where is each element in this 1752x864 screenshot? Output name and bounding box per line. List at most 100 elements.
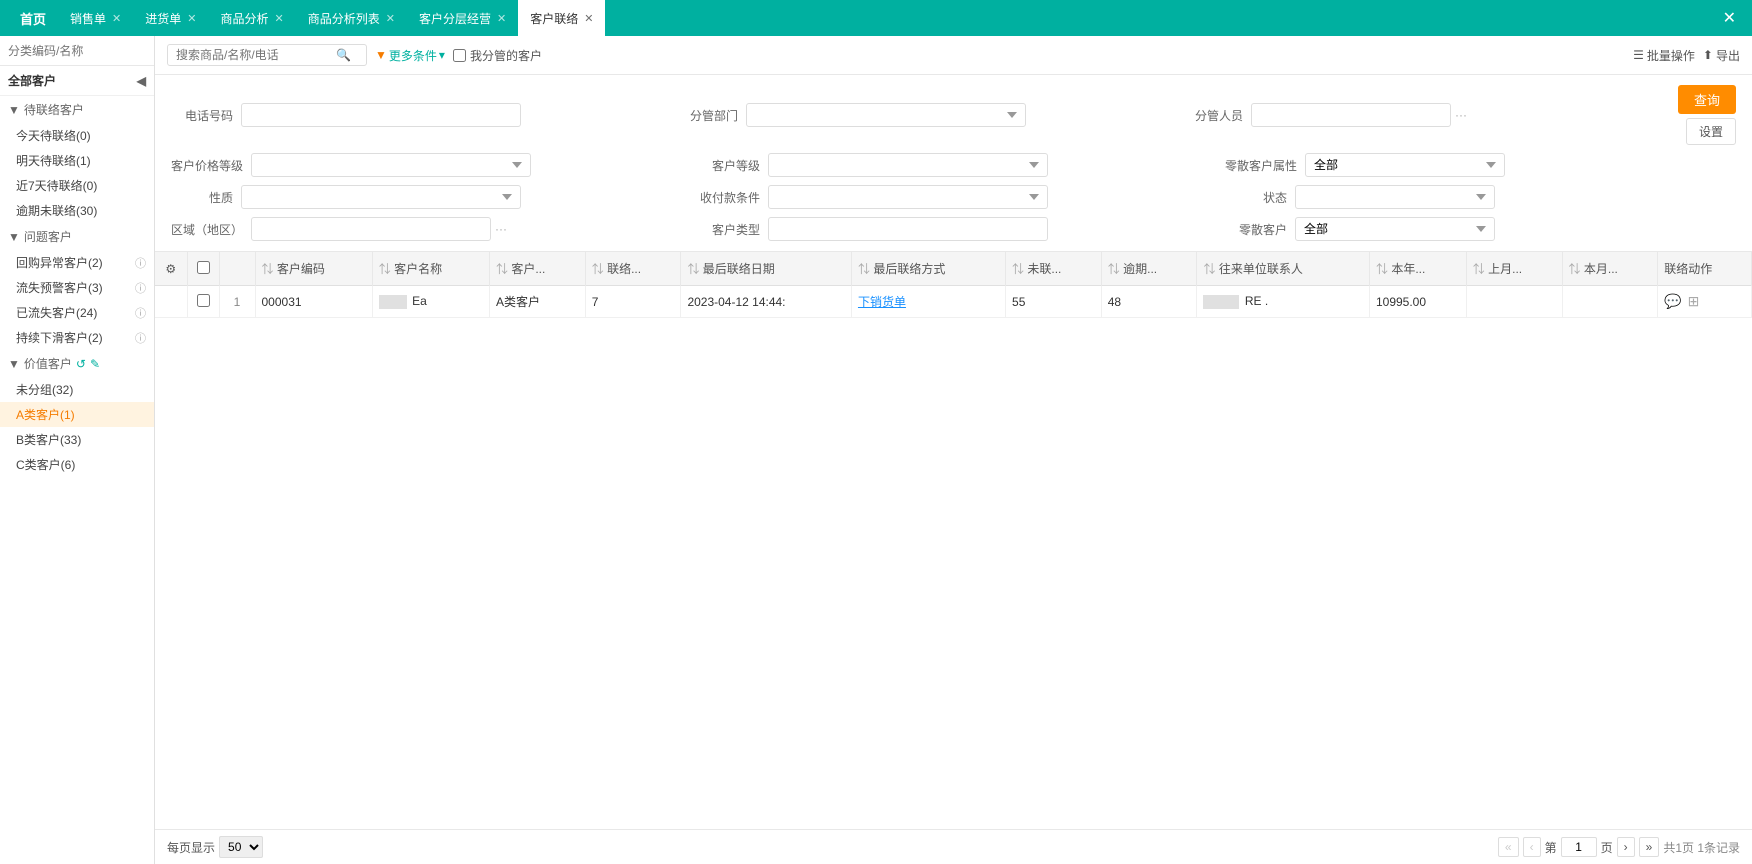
sidebar-item-7days[interactable]: 近7天待联络(0) <box>0 173 154 198</box>
refresh-icon[interactable]: ↺ <box>76 357 86 371</box>
row-last-method[interactable]: 下销货单 <box>851 286 1005 318</box>
collapse-icon[interactable]: ◀ <box>137 74 146 88</box>
price-level-select[interactable] <box>251 153 531 177</box>
close-icon[interactable]: ✕ <box>497 12 506 25</box>
close-icon[interactable]: ✕ <box>275 12 284 25</box>
sidebar-item-warning[interactable]: 流失预警客户(3) ⓘ <box>0 275 154 300</box>
nav-home[interactable]: 首页 <box>8 0 58 36</box>
close-icon[interactable]: ✕ <box>112 12 121 25</box>
my-customers-check[interactable] <box>453 49 466 62</box>
sort-icon: ⇅ <box>858 262 870 276</box>
page-size-select[interactable]: 50 <box>219 836 263 858</box>
staff-input[interactable] <box>1251 103 1451 127</box>
sidebar-item-lost[interactable]: 已流失客户(24) ⓘ <box>0 300 154 325</box>
page-label-2: 页 <box>1601 839 1613 856</box>
sidebar-item-class-b[interactable]: B类客户(33) <box>0 427 154 452</box>
row-checkbox[interactable] <box>197 294 210 307</box>
col-this-year[interactable]: ⇅ 本年... <box>1369 252 1466 286</box>
info-icon: ⓘ <box>135 280 146 296</box>
sidebar-item-class-c[interactable]: C类客户(6) <box>0 452 154 477</box>
nav-tab-sales[interactable]: 销售单 ✕ <box>58 0 133 36</box>
customer-type-input[interactable] <box>768 217 1048 241</box>
nature-select[interactable] <box>241 185 521 209</box>
filter-bar: 🔍 ▼ 更多条件 ▾ 我分管的客户 ☰ 批量操作 ⬆ 导出 <box>155 36 1752 75</box>
col-uncontact[interactable]: ⇅ 未联... <box>1006 252 1102 286</box>
first-page-btn[interactable]: « <box>1498 837 1519 857</box>
retail-customer-select[interactable]: 全部 <box>1295 217 1495 241</box>
edit-icon[interactable]: ✎ <box>90 357 100 371</box>
staff-label: 分管人员 <box>1181 107 1251 124</box>
nav-tab-customer-segment[interactable]: 客户分层经营 ✕ <box>407 0 518 36</box>
filter-search-icon[interactable]: 🔍 <box>336 48 351 62</box>
my-customers-checkbox[interactable]: 我分管的客户 <box>453 47 542 64</box>
last-page-btn[interactable]: » <box>1639 837 1660 857</box>
sidebar-item-today[interactable]: 今天待联络(0) <box>0 123 154 148</box>
sidebar-item-overdue[interactable]: 逾期未联络(30) <box>0 198 154 223</box>
field-status: 状态 <box>1225 185 1736 209</box>
col-name[interactable]: ⇅ 客户名称 <box>372 252 489 286</box>
col-overdue[interactable]: ⇅ 逾期... <box>1101 252 1197 286</box>
nav-tab-analysis-list[interactable]: 商品分析列表 ✕ <box>296 0 407 36</box>
col-contact[interactable]: ⇅ 联络... <box>585 252 681 286</box>
sidebar-search-input[interactable] <box>8 44 155 58</box>
row-action-icons: 💬 ⊞ <box>1658 286 1752 318</box>
select-all-checkbox[interactable] <box>197 261 210 274</box>
phone-input[interactable] <box>241 103 521 127</box>
close-all-icon[interactable]: ✕ <box>1715 8 1744 28</box>
nav-tab-purchase[interactable]: 进货单 ✕ <box>133 0 208 36</box>
sort-icon: ⇅ <box>592 262 604 276</box>
close-icon[interactable]: ✕ <box>584 12 593 25</box>
level-select[interactable] <box>768 153 1048 177</box>
col-last-method[interactable]: ⇅ 最后联络方式 <box>851 252 1005 286</box>
next-page-btn[interactable]: › <box>1617 837 1635 857</box>
close-icon[interactable]: ✕ <box>187 12 196 25</box>
sidebar-item-class-a[interactable]: A类客户(1) <box>0 402 154 427</box>
filter-search-input[interactable] <box>176 48 336 62</box>
name-avatar <box>379 295 407 309</box>
close-icon[interactable]: ✕ <box>386 12 395 25</box>
grid-icon[interactable]: ⊞ <box>1688 293 1700 310</box>
sidebar-item-declining[interactable]: 持续下滑客户(2) ⓘ <box>0 325 154 350</box>
prev-page-btn[interactable]: ‹ <box>1523 837 1541 857</box>
sort-icon: ⇅ <box>687 262 699 276</box>
sidebar-item-tomorrow[interactable]: 明天待联络(1) <box>0 148 154 173</box>
group-value-customers[interactable]: ▼ 价值客户 ↺ ✎ <box>0 350 154 377</box>
nav-tab-customer-contact[interactable]: 客户联络 ✕ <box>518 0 605 36</box>
page-input[interactable] <box>1561 837 1597 857</box>
col-this-month[interactable]: ⇅ 本月... <box>1562 252 1658 286</box>
col-category[interactable]: ⇅ 客户... <box>489 252 585 286</box>
retail-attr-select[interactable]: 全部 <box>1305 153 1505 177</box>
more-icon[interactable]: ··· <box>1455 108 1467 122</box>
sidebar: 🔍 全部客户 ◀ ▼ 待联络客户 今天待联络(0) 明天待联络(1) 近7天待联… <box>0 36 155 864</box>
sidebar-item-ungrouped[interactable]: 未分组(32) <box>0 377 154 402</box>
group-problem-customers[interactable]: ▼ 问题客户 <box>0 223 154 250</box>
col-settings[interactable]: ⚙ <box>155 252 187 286</box>
nav-tab-analysis[interactable]: 商品分析 ✕ <box>208 0 295 36</box>
col-last-date[interactable]: ⇅ 最后联络日期 <box>681 252 852 286</box>
phone-label: 电话号码 <box>171 107 241 124</box>
query-btn[interactable]: 查询 <box>1678 85 1736 114</box>
table-row: 1 000031 Ea A类客户 7 2023-04-12 14:44: 下销货… <box>155 286 1752 318</box>
payment-select[interactable] <box>768 185 1048 209</box>
status-select[interactable] <box>1295 185 1495 209</box>
col-check[interactable] <box>187 252 219 286</box>
region-input[interactable] <box>251 217 491 241</box>
more-icon[interactable]: ··· <box>495 222 507 236</box>
col-code[interactable]: ⇅ 客户编码 <box>255 252 372 286</box>
row-contact: 7 <box>585 286 681 318</box>
col-last-month[interactable]: ⇅ 上月... <box>1466 252 1562 286</box>
more-conditions-btn[interactable]: ▼ 更多条件 ▾ <box>375 47 445 64</box>
field-retail-attr: 零散客户属性 全部 <box>1225 153 1736 177</box>
chat-icon[interactable]: 💬 <box>1664 293 1681 310</box>
table-header-row: ⚙ ⇅ 客户编码 ⇅ 客户名称 ⇅ 客户... ⇅ 联络... ⇅ 最后联络日期… <box>155 252 1752 286</box>
row-check[interactable] <box>187 286 219 318</box>
settings-btn[interactable]: 设置 <box>1686 118 1736 145</box>
batch-op-btn[interactable]: ☰ 批量操作 <box>1633 47 1695 64</box>
col-unit-contact[interactable]: ⇅ 往来单位联系人 <box>1197 252 1369 286</box>
sidebar-item-abnormal[interactable]: 回购异常客户(2) ⓘ <box>0 250 154 275</box>
filter-row-2: 客户价格等级 客户等级 零散客户属性 全部 <box>171 153 1736 177</box>
group-pending-contact[interactable]: ▼ 待联络客户 <box>0 96 154 123</box>
export-btn[interactable]: ⬆ 导出 <box>1703 47 1740 64</box>
dept-select[interactable] <box>746 103 1026 127</box>
row-uncontact: 55 <box>1006 286 1102 318</box>
